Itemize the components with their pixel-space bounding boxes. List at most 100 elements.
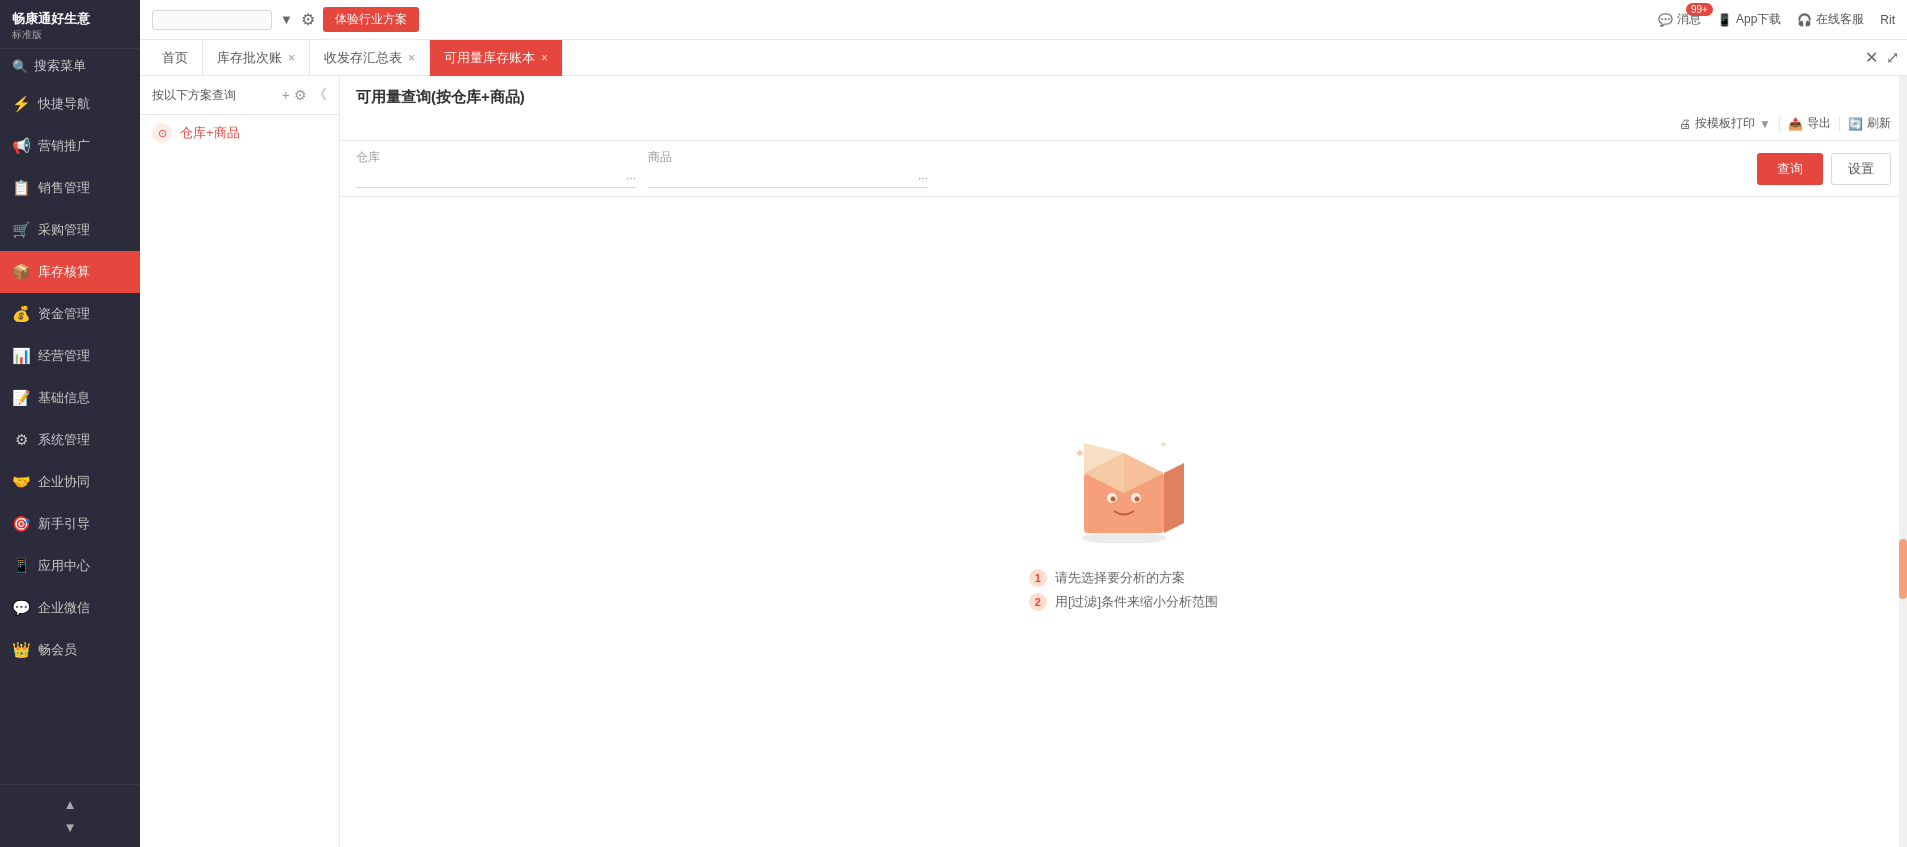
dropdown-icon[interactable]: ▼ [1759,117,1771,131]
refresh-button[interactable]: 🔄 刷新 [1848,115,1891,132]
template-print-button[interactable]: 🖨 按模板打印 ▼ [1679,115,1771,132]
warehouse-input-wrap: ··· [356,170,636,188]
tab-home[interactable]: 首页 [148,40,203,76]
appcenter-icon: 📱 [12,557,30,575]
query-button[interactable]: 查询 [1757,153,1823,185]
sidebar-item-system[interactable]: ⚙ 系统管理 [0,419,140,461]
filter-item-label: 仓库+商品 [180,124,240,142]
sidebar-item-label: 企业协同 [38,473,128,491]
sidebar-footer: ▲ ▼ [0,784,140,847]
sidebar-item-wechat[interactable]: 💬 企业微信 [0,587,140,629]
message-button[interactable]: 💬 消息 99+ [1658,11,1701,28]
newbie-icon: 🎯 [12,515,30,533]
sidebar-item-label: 系统管理 [38,431,128,449]
tab-batch-account[interactable]: 库存批次账 × [203,40,310,76]
warehouse-field: 仓库 ··· [356,149,636,188]
product-input-wrap: ··· [648,170,928,188]
sidebar-item-label: 库存核算 [38,263,128,281]
query-actions: 查询 设置 [1757,153,1891,185]
sidebar-item-quick-nav[interactable]: ⚡ 快捷导航 [0,83,140,125]
user-name: Rit [1880,13,1895,27]
product-more-button[interactable]: ··· [918,171,928,185]
system-icon: ⚙ [12,431,30,449]
sidebar-item-marketing[interactable]: 📢 营销推广 [0,125,140,167]
tabs-bar: 首页 库存批次账 × 收发存汇总表 × 可用量库存账本 × ✕ ⤢ [140,40,1907,76]
page-title: 可用量查询(按仓库+商品) [356,88,1891,107]
user-menu[interactable]: Rit [1880,13,1895,27]
tab-label: 库存批次账 [217,49,282,67]
sidebar-item-purchase[interactable]: 🛒 采购管理 [0,209,140,251]
wechat-icon: 💬 [12,599,30,617]
filter-collapse-button[interactable]: 《 [313,86,327,104]
page-header: 可用量查询(按仓库+商品) 🖨 按模板打印 ▼ 📤 [340,76,1907,141]
svg-point-0 [1082,532,1166,543]
filter-header: 按以下方案查询 + ⚙ 《 [140,76,339,115]
close-all-tabs-button[interactable]: ✕ [1865,48,1878,67]
app-icon: 📱 [1717,13,1732,27]
scrollbar-thumb[interactable] [1899,539,1907,599]
tab-summary[interactable]: 收发存汇总表 × [310,40,430,76]
product-input[interactable] [648,170,914,185]
top-bar: ▼ ⚙ 体验行业方案 💬 消息 99+ 📱 App下载 🎧 在线客服 [140,0,1907,40]
trial-button[interactable]: 体验行业方案 [323,7,419,32]
settings-button[interactable]: 设置 [1831,153,1891,185]
svg-point-8 [1134,497,1139,502]
sidebar-item-basic[interactable]: 📝 基础信息 [0,377,140,419]
sidebar-item-sales[interactable]: 📋 销售管理 [0,167,140,209]
sidebar-scroll-up[interactable]: ▲ [12,793,128,816]
sidebar-search[interactable]: 🔍 搜索菜单 [0,49,140,83]
settings-icon[interactable]: ⚙ [301,10,315,29]
tabs-right: ✕ ⤢ [1865,48,1899,67]
message-icon: 💬 [1658,13,1673,27]
filter-item-icon: ⊙ [152,123,172,143]
svg-text:✦: ✦ [1159,439,1167,450]
warehouse-more-button[interactable]: ··· [626,171,636,185]
dropdown-icon[interactable]: ▼ [280,12,293,27]
sidebar-search-label: 搜索菜单 [34,57,86,75]
sidebar-item-label: 基础信息 [38,389,128,407]
tab-close-icon[interactable]: × [541,51,548,65]
warehouse-input[interactable] [356,170,622,185]
tab-label: 收发存汇总表 [324,49,402,67]
breadcrumb-input[interactable] [152,10,272,30]
marketing-icon: 📢 [12,137,30,155]
product-label: 商品 [648,149,928,166]
filter-add-button[interactable]: + [282,87,290,103]
app-download-button[interactable]: 📱 App下载 [1717,11,1781,28]
member-icon: 👑 [12,641,30,659]
tab-close-icon[interactable]: × [408,51,415,65]
filter-settings-button[interactable]: ⚙ [294,87,307,103]
sales-icon: 📋 [12,179,30,197]
warehouse-label: 仓库 [356,149,636,166]
filter-actions: + ⚙ [282,87,307,103]
expand-tab-button[interactable]: ⤢ [1886,48,1899,67]
empty-tip-2-text: 用[过滤]条件来缩小分析范围 [1055,593,1218,611]
empty-icon: ✦ ✦ [1064,433,1184,553]
main-area: ▼ ⚙ 体验行业方案 💬 消息 99+ 📱 App下载 🎧 在线客服 [140,0,1907,847]
online-service-button[interactable]: 🎧 在线客服 [1797,11,1864,28]
export-button[interactable]: 📤 导出 [1788,115,1831,132]
sidebar-item-enterprise[interactable]: 🤝 企业协同 [0,461,140,503]
main-content: 可用量查询(按仓库+商品) 🖨 按模板打印 ▼ 📤 [340,76,1907,847]
empty-state: ✦ ✦ 1 请先选择要分析的方案 2 [340,197,1907,847]
filter-panel: 按以下方案查询 + ⚙ 《 ⊙ 仓库+商品 [140,76,340,847]
sidebar-item-label: 资金管理 [38,305,128,323]
empty-num-1: 1 [1029,569,1047,587]
sidebar-scroll-down[interactable]: ▼ [12,816,128,839]
sidebar-item-member[interactable]: 👑 畅会员 [0,629,140,671]
sidebar-item-newbie[interactable]: 🎯 新手引导 [0,503,140,545]
sidebar-item-operation[interactable]: 📊 经营管理 [0,335,140,377]
tab-available-inventory[interactable]: 可用量库存账本 × [430,40,563,76]
sidebar-item-label: 企业微信 [38,599,128,617]
sidebar-item-inventory[interactable]: 📦 库存核算 [0,251,140,293]
tab-close-icon[interactable]: × [288,51,295,65]
finance-icon: 💰 [12,305,30,323]
sidebar-item-label: 采购管理 [38,221,128,239]
sidebar-item-appcenter[interactable]: 📱 应用中心 [0,545,140,587]
refresh-icon: 🔄 [1848,117,1863,131]
template-print-label: 按模板打印 [1695,115,1755,132]
filter-item-warehouse-product[interactable]: ⊙ 仓库+商品 [140,115,339,151]
sidebar-item-finance[interactable]: 💰 资金管理 [0,293,140,335]
print-icon: 🖨 [1679,117,1691,131]
toolbar-right: 🖨 按模板打印 ▼ 📤 导出 [1679,115,1891,132]
